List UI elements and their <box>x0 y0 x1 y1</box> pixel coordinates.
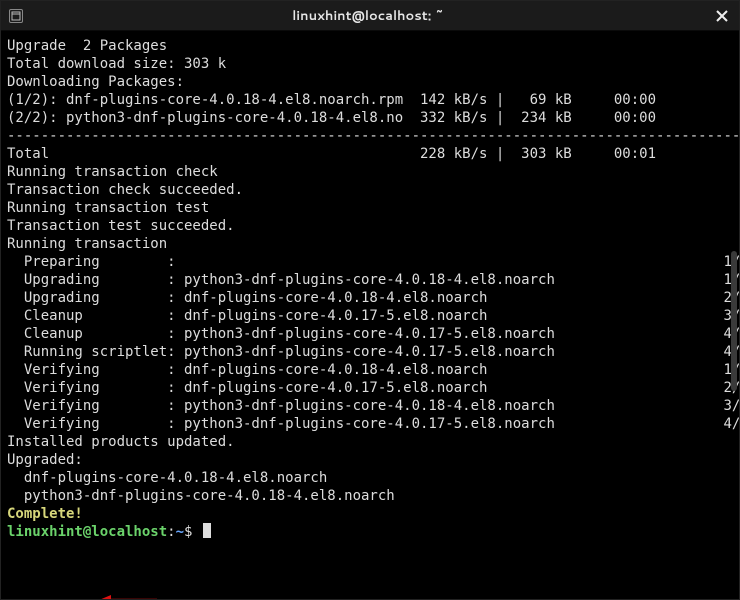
terminal-line: Preparing : 1/1 <box>7 253 733 271</box>
terminal-window: linuxhint@localhost: ~ Upgrade 2 Package… <box>0 0 740 600</box>
terminal-line: Running scriptlet: python3-dnf-plugins-c… <box>7 343 733 361</box>
new-tab-button[interactable] <box>9 9 23 23</box>
terminal-line: python3-dnf-plugins-core-4.0.18-4.el8.no… <box>7 487 733 505</box>
terminal-line: (1/2): dnf-plugins-core-4.0.18-4.el8.noa… <box>7 91 733 109</box>
terminal-output[interactable]: Upgrade 2 PackagesTotal download size: 3… <box>1 31 739 599</box>
terminal-line: Upgrading : python3-dnf-plugins-core-4.0… <box>7 271 733 289</box>
terminal-line: dnf-plugins-core-4.0.18-4.el8.noarch <box>7 469 733 487</box>
terminal-line: Upgrade 2 Packages <box>7 37 733 55</box>
terminal-line: Downloading Packages: <box>7 73 733 91</box>
terminal-line: Cleanup : dnf-plugins-core-4.0.17-5.el8.… <box>7 307 733 325</box>
terminal-line: Transaction check succeeded. <box>7 181 733 199</box>
terminal-line: Verifying : python3-dnf-plugins-core-4.0… <box>7 415 733 433</box>
terminal-line: Upgrading : dnf-plugins-core-4.0.18-4.el… <box>7 289 733 307</box>
terminal-line: Verifying : dnf-plugins-core-4.0.18-4.el… <box>7 361 733 379</box>
terminal-line: ----------------------------------------… <box>7 127 733 145</box>
prompt-line[interactable]: linuxhint@localhost:~$ <box>7 523 733 541</box>
terminal-line: Running transaction test <box>7 199 733 217</box>
close-button[interactable] <box>713 7 731 25</box>
prompt-user: linuxhint@localhost <box>7 524 167 540</box>
terminal-line: Verifying : dnf-plugins-core-4.0.17-5.el… <box>7 379 733 397</box>
terminal-line: Cleanup : python3-dnf-plugins-core-4.0.1… <box>7 325 733 343</box>
terminal-line: Transaction test succeeded. <box>7 217 733 235</box>
complete-line: Complete! <box>7 505 733 523</box>
prompt-path: ~ <box>176 524 184 540</box>
cursor <box>203 523 211 538</box>
terminal-line: Running transaction check <box>7 163 733 181</box>
terminal-line: (2/2): python3-dnf-plugins-core-4.0.18-4… <box>7 109 733 127</box>
terminal-line: Verifying : python3-dnf-plugins-core-4.0… <box>7 397 733 415</box>
terminal-line: Installed products updated. <box>7 433 733 451</box>
titlebar: linuxhint@localhost: ~ <box>1 1 739 31</box>
terminal-line: Running transaction <box>7 235 733 253</box>
terminal-line: Total download size: 303 k <box>7 55 733 73</box>
terminal-line: Upgraded: <box>7 451 733 469</box>
terminal-line: Total 228 kB/s | 303 kB 00:01 <box>7 145 733 163</box>
scrollbar-thumb[interactable] <box>731 251 737 391</box>
window-title: linuxhint@localhost: ~ <box>23 7 713 25</box>
